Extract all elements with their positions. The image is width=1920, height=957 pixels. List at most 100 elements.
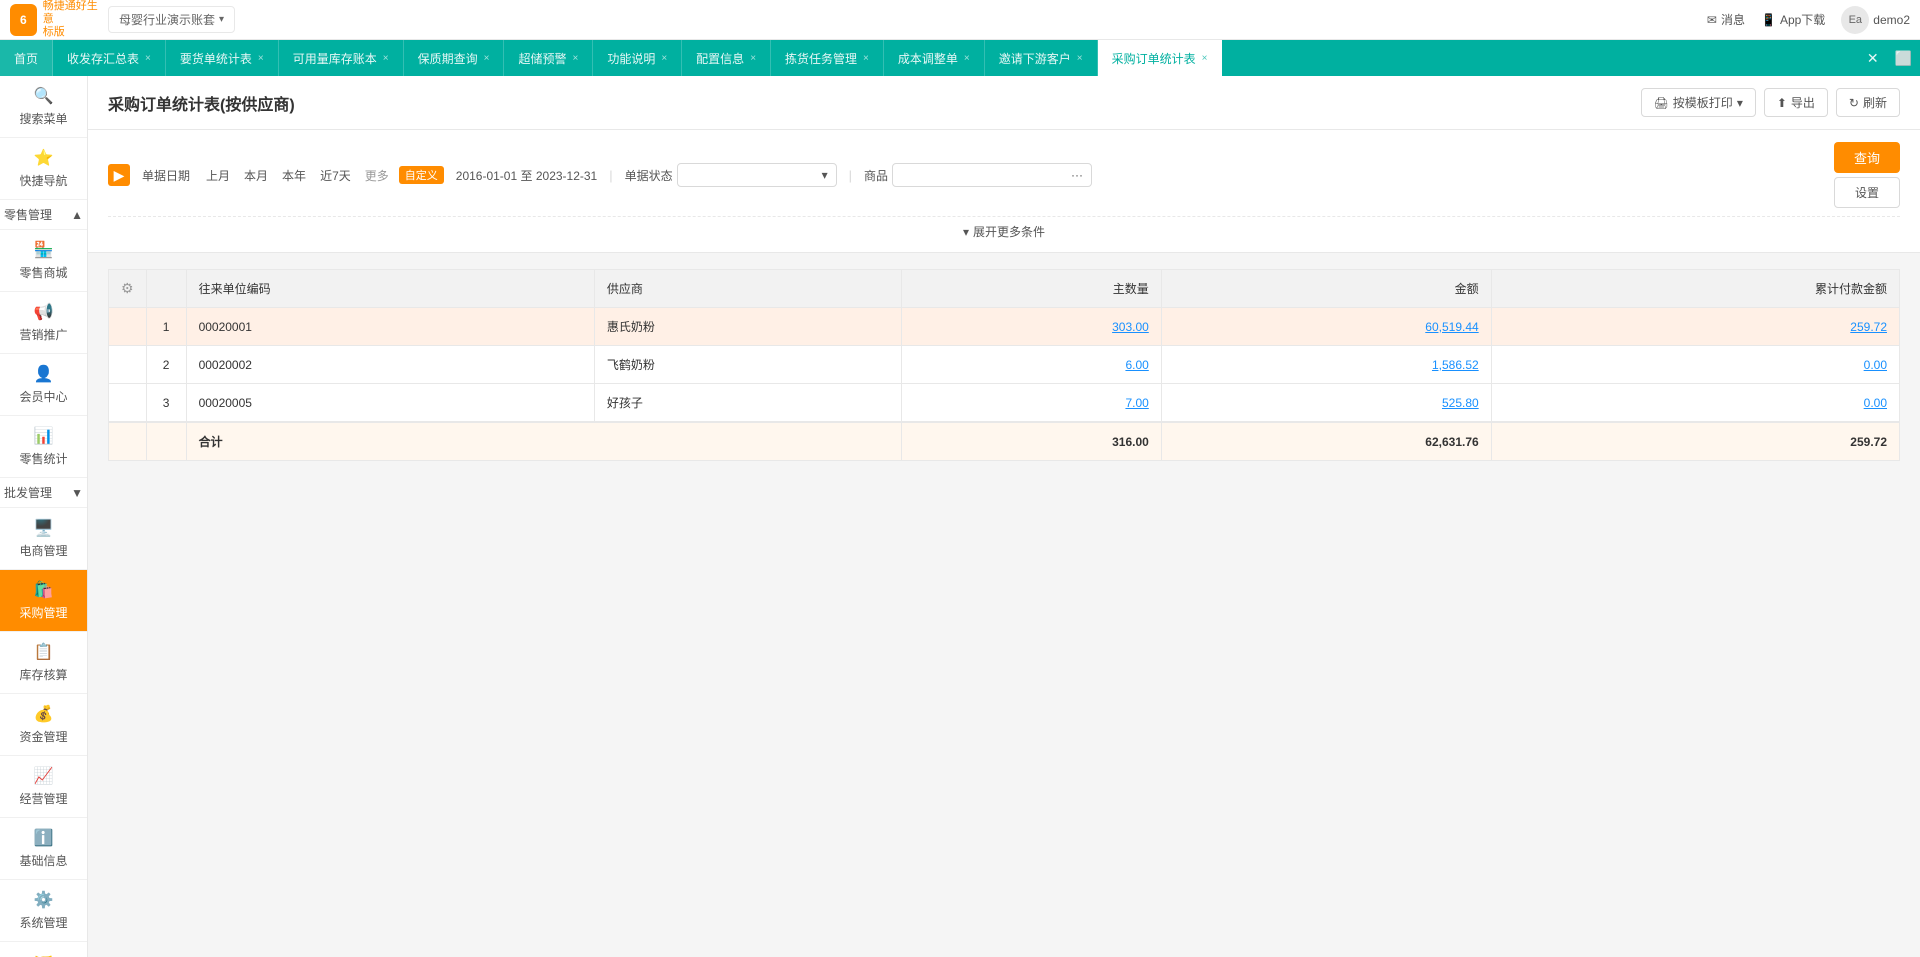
tab-overstock[interactable]: 超储预警 ×: [504, 40, 593, 76]
row-unit-code: 00020005: [186, 384, 594, 423]
sidebar-item-finance[interactable]: 💰 资金管理: [0, 694, 87, 756]
sidebar-item-operations[interactable]: 📈 经营管理: [0, 756, 87, 818]
tab-goods-summary[interactable]: 要货单统计表 ×: [166, 40, 279, 76]
footer-amount: 62,631.76: [1161, 422, 1491, 461]
shortcut-this-month[interactable]: 本月: [240, 165, 272, 186]
tab-expiry-query[interactable]: 保质期查询 ×: [404, 40, 505, 76]
tab-home[interactable]: 首页: [0, 40, 53, 76]
table-header: ⚙ 往来单位编码 供应商 主数量 金额 累计付款金额: [109, 270, 1900, 308]
more-options-icon: ···: [1071, 168, 1083, 182]
top-bar: 6 畅捷通好生意 标版 母婴行业演示账套 ▾ ✉ 消息 📱 App下载 Ea d…: [0, 0, 1920, 40]
shortcut-this-year[interactable]: 本年: [278, 165, 310, 186]
page-header: 采购订单统计表(按供应商) 🖨 按模板打印 ▾ ⬆ 导出 ↻ 刷新: [88, 76, 1920, 130]
goods-input[interactable]: ···: [892, 163, 1092, 187]
settings-button[interactable]: 设置: [1834, 177, 1900, 208]
tab-purchase-summary[interactable]: 采购订单统计表 ×: [1098, 40, 1223, 76]
row-paid-amount: 259.72: [1491, 308, 1899, 346]
close-icon[interactable]: ×: [572, 53, 578, 64]
paid-link[interactable]: 0.00: [1864, 358, 1887, 372]
table-footer: 合计 316.00 62,631.76 259.72: [109, 422, 1900, 461]
qty-link[interactable]: 303.00: [1112, 320, 1149, 334]
export-button[interactable]: ⬆ 导出: [1764, 88, 1828, 117]
app-download-button[interactable]: 📱 App下载: [1761, 11, 1825, 28]
close-all-tabs-button[interactable]: ✕: [1859, 46, 1887, 71]
paid-link[interactable]: 0.00: [1864, 396, 1887, 410]
tab-cost-adjust[interactable]: 成本调整单 ×: [884, 40, 985, 76]
column-settings[interactable]: ⚙: [109, 270, 147, 308]
tab-label: 成本调整单: [898, 50, 958, 67]
sidebar-item-retail-stats[interactable]: 📊 零售统计: [0, 416, 87, 478]
close-icon[interactable]: ×: [1077, 53, 1083, 64]
tab-available-stock[interactable]: 可用量库存账本 ×: [279, 40, 404, 76]
qty-link[interactable]: 6.00: [1125, 358, 1148, 372]
expand-more-button[interactable]: ▾ 展开更多条件: [108, 216, 1900, 240]
close-icon[interactable]: ×: [383, 53, 389, 64]
goods-filter: 商品 ···: [864, 163, 1092, 187]
sidebar-item-enterprise[interactable]: 🤝 企业协同: [0, 942, 87, 957]
tab-label: 功能说明: [607, 50, 655, 67]
column-settings-icon[interactable]: ⚙: [121, 280, 134, 296]
column-amount: 金额: [1161, 270, 1491, 308]
close-icon[interactable]: ×: [1202, 53, 1208, 64]
close-icon[interactable]: ×: [750, 53, 756, 64]
filter-toggle-button[interactable]: ▶: [108, 164, 130, 186]
main-content: 采购订单统计表(按供应商) 🖨 按模板打印 ▾ ⬆ 导出 ↻ 刷新: [88, 76, 1920, 957]
close-icon[interactable]: ×: [258, 53, 264, 64]
row-paid-amount: 0.00: [1491, 384, 1899, 423]
sidebar-item-inventory[interactable]: 📋 库存核算: [0, 632, 87, 694]
amount-link[interactable]: 1,586.52: [1432, 358, 1479, 372]
sidebar-item-system[interactable]: ⚙️ 系统管理: [0, 880, 87, 942]
operations-icon: 📈: [34, 766, 54, 786]
workspace-selector[interactable]: 母婴行业演示账套 ▾: [108, 6, 235, 33]
tab-pick-task[interactable]: 拣货任务管理 ×: [771, 40, 884, 76]
shortcut-last-7-days[interactable]: 近7天: [316, 165, 355, 186]
close-icon[interactable]: ×: [484, 53, 490, 64]
footer-main-qty: 316.00: [902, 422, 1162, 461]
finance-icon: 💰: [34, 704, 54, 724]
close-icon[interactable]: ×: [661, 53, 667, 64]
tab-config-info[interactable]: 配置信息 ×: [682, 40, 771, 76]
close-icon[interactable]: ×: [863, 53, 869, 64]
row-settings-cell: [109, 384, 147, 423]
tab-invite-downstream[interactable]: 邀请下游客户 ×: [985, 40, 1098, 76]
marketing-icon: 📢: [34, 302, 54, 322]
amount-link[interactable]: 60,519.44: [1425, 320, 1478, 334]
sidebar-item-retail-mall[interactable]: 🏪 零售商城: [0, 230, 87, 292]
basic-info-icon: ℹ️: [34, 828, 54, 848]
table-row: 2 00020002 飞鹤奶粉 6.00 1,586.52 0.00: [109, 346, 1900, 384]
query-button[interactable]: 查询: [1834, 142, 1900, 173]
paid-link[interactable]: 259.72: [1850, 320, 1887, 334]
column-serial: [146, 270, 186, 308]
sidebar-item-ecommerce[interactable]: 🖥️ 电商管理: [0, 508, 87, 570]
sidebar-item-basic-info[interactable]: ℹ️ 基础信息: [0, 818, 87, 880]
status-select[interactable]: ▾: [677, 163, 837, 187]
sidebar-item-purchase[interactable]: 🛍️ 采购管理: [0, 570, 87, 632]
nav-tabs: 首页 收发存汇总表 × 要货单统计表 × 可用量库存账本 × 保质期查询 × 超…: [0, 40, 1920, 76]
sidebar-item-shortcut-nav[interactable]: ⭐ 快捷导航: [0, 138, 87, 200]
enterprise-icon: 🤝: [34, 952, 54, 957]
qty-link[interactable]: 7.00: [1125, 396, 1148, 410]
template-print-button[interactable]: 🖨 按模板打印 ▾: [1641, 88, 1756, 117]
refresh-button[interactable]: ↻ 刷新: [1836, 88, 1900, 117]
user-profile[interactable]: Ea demo2: [1841, 6, 1910, 34]
sidebar-item-wholesale[interactable]: 批发管理 ▼: [0, 478, 87, 508]
inventory-icon: 📋: [34, 642, 54, 662]
member-icon: 👤: [34, 364, 54, 384]
sidebar-item-member-center[interactable]: 👤 会员中心: [0, 354, 87, 416]
message-button[interactable]: ✉ 消息: [1707, 11, 1745, 28]
avatar: Ea: [1841, 6, 1869, 34]
close-icon[interactable]: ×: [964, 53, 970, 64]
shortcut-last-month[interactable]: 上月: [202, 165, 234, 186]
sidebar-item-marketing[interactable]: 📢 营销推广: [0, 292, 87, 354]
amount-link[interactable]: 525.80: [1442, 396, 1479, 410]
custom-date-badge[interactable]: 自定义: [399, 166, 444, 184]
sidebar-item-retail[interactable]: 零售管理 ▲: [0, 200, 87, 230]
sidebar-item-search[interactable]: 🔍 搜索菜单: [0, 76, 87, 138]
footer-empty-2: [146, 422, 186, 461]
tab-function-desc[interactable]: 功能说明 ×: [593, 40, 682, 76]
footer-empty-1: [109, 422, 147, 461]
shortcut-more[interactable]: 更多: [361, 165, 393, 186]
tab-receive-summary[interactable]: 收发存汇总表 ×: [53, 40, 166, 76]
restore-tabs-button[interactable]: ⬜: [1887, 46, 1920, 71]
close-icon[interactable]: ×: [145, 53, 151, 64]
